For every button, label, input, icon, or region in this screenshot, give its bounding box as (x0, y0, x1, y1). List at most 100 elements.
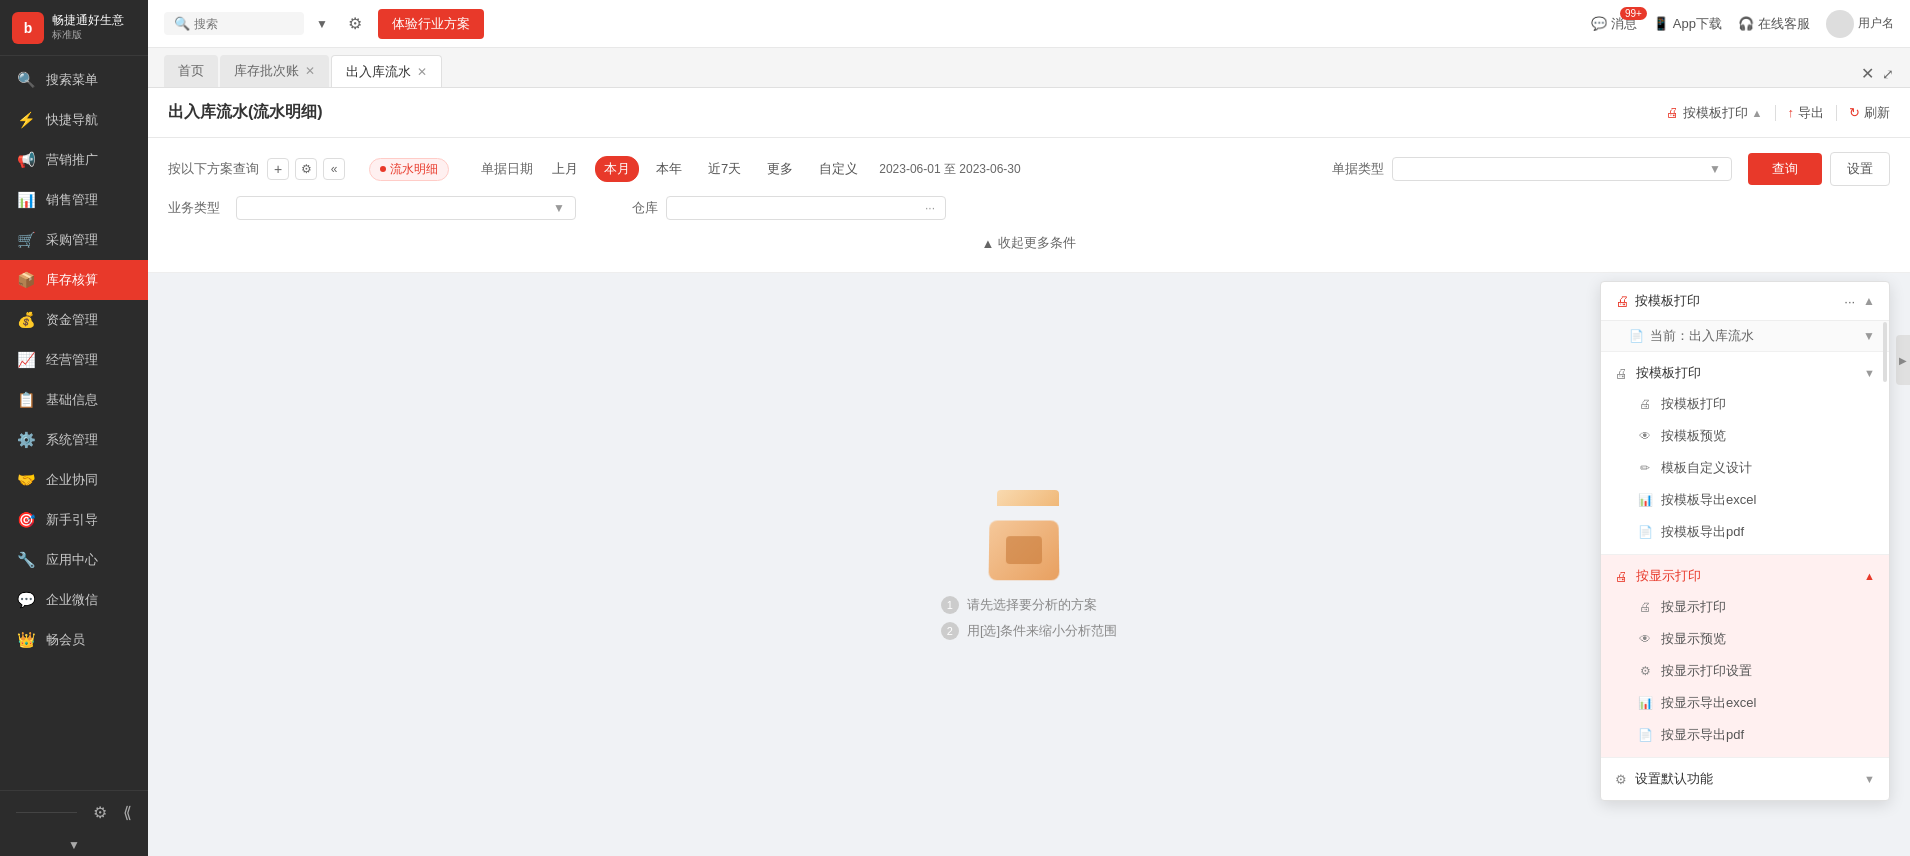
panel-up-arrow[interactable]: ▲ (1863, 294, 1875, 308)
dropdown-section-display-header[interactable]: 🖨 按显示打印 ▲ (1601, 561, 1889, 591)
sidebar-item-member[interactable]: 👑 畅会员 (0, 620, 148, 660)
filter-settings-button[interactable]: ⚙ (295, 158, 317, 180)
collapse-conditions-button[interactable]: ▲ 收起更多条件 (168, 228, 1890, 258)
current-template: 📄 当前：出入库流水 ▼ (1601, 321, 1889, 352)
current-template-icon: 📄 (1629, 329, 1644, 343)
box-face-icon (1006, 536, 1042, 564)
export-button[interactable]: ↑ 导出 (1788, 104, 1825, 122)
warehouse-select[interactable]: ··· (666, 196, 946, 220)
date-btn-this-month[interactable]: 本月 (595, 156, 639, 182)
filter-section-label: 按以下方案查询 (168, 160, 259, 178)
filter-tag[interactable]: 流水明细 (369, 158, 449, 181)
dropdown-item-template-design[interactable]: ✏ 模板自定义设计 (1601, 452, 1889, 484)
window-close-button[interactable]: ✕ (1861, 64, 1874, 83)
industry-solution-button[interactable]: 体验行业方案 (378, 9, 484, 39)
sidebar-item-sales[interactable]: 📊 销售管理 (0, 180, 148, 220)
item-preview-icon: 👁 (1637, 428, 1653, 444)
topbar-search-box[interactable]: 🔍 (164, 12, 304, 35)
sidebar-item-inventory[interactable]: 📦 库存核算 (0, 260, 148, 300)
sidebar-item-operation[interactable]: 📈 经营管理 (0, 340, 148, 380)
user-avatar[interactable]: 用户名 (1826, 10, 1894, 38)
online-service-button[interactable]: 🎧 在线客服 (1738, 15, 1810, 33)
sidebar-settings-icon[interactable]: ⚙ (93, 803, 107, 822)
date-btn-last-month[interactable]: 上月 (543, 156, 587, 182)
dropdown-item-display-excel[interactable]: 📊 按显示导出excel (1601, 687, 1889, 719)
operation-icon: 📈 (16, 350, 36, 370)
date-filter-group: 单据日期 上月 本月 本年 近7天 更多 自定义 2023-06-01 至 20… (481, 156, 1021, 182)
export-icon: ↑ (1788, 105, 1795, 120)
sidebar: b 畅捷通好生意 标准版 🔍 搜索菜单 ⚡ 快捷导航 📢 营销推广 📊 销售管理… (0, 0, 148, 856)
window-expand-button[interactable]: ⤢ (1882, 66, 1894, 82)
sidebar-item-finance[interactable]: 💰 资金管理 (0, 300, 148, 340)
app-download-button[interactable]: 📱 App下载 (1653, 15, 1722, 33)
tab-batch[interactable]: 库存批次账 ✕ (220, 55, 329, 87)
settings-button[interactable]: 设置 (1830, 152, 1890, 186)
more-options-icon[interactable]: ··· (1844, 294, 1855, 309)
template-print-button[interactable]: 🖨 按模板打印 ▲ (1666, 104, 1763, 122)
step-1-num: 1 (941, 596, 959, 614)
sidebar-item-appcenter[interactable]: 🔧 应用中心 (0, 540, 148, 580)
voucher-type-group: 单据类型 ▼ (1332, 157, 1732, 181)
dropdown-item-template-pdf[interactable]: 📄 按模板导出pdf (1601, 516, 1889, 548)
wechat-icon: 💬 (16, 590, 36, 610)
section-display-arrow: ▲ (1864, 570, 1875, 582)
right-panel-collapse[interactable]: ▶ (1896, 335, 1910, 385)
sidebar-item-wechat[interactable]: 💬 企业微信 (0, 580, 148, 620)
filter-collapse-button[interactable]: « (323, 158, 345, 180)
sidebar-item-purchase[interactable]: 🛒 采购管理 (0, 220, 148, 260)
sidebar-item-quicknav[interactable]: ⚡ 快捷导航 (0, 100, 148, 140)
dropdown-panel-header: 🖨 按模板打印 ··· ▲ (1601, 282, 1889, 321)
app-edition: 标准版 (52, 28, 124, 42)
section-default-icon: ⚙ (1615, 772, 1627, 787)
query-settings-area: 查询 设置 (1748, 152, 1890, 186)
biz-type-select[interactable]: ▼ (236, 196, 576, 220)
dropdown-item-template-excel[interactable]: 📊 按模板导出excel (1601, 484, 1889, 516)
biz-type-arrow: ▼ (553, 201, 565, 215)
topbar-gear-icon[interactable]: ⚙ (340, 9, 370, 39)
tab-home[interactable]: 首页 (164, 55, 218, 87)
date-btn-this-year[interactable]: 本年 (647, 156, 691, 182)
notifications-button[interactable]: 💬 消息 99+ (1591, 15, 1637, 33)
dropdown-item-template-preview[interactable]: 👁 按模板预览 (1601, 420, 1889, 452)
dropdown-item-display-settings[interactable]: ⚙ 按显示打印设置 (1601, 655, 1889, 687)
search-input[interactable] (194, 17, 284, 31)
query-button[interactable]: 查询 (1748, 153, 1822, 185)
empty-step-2: 2 用[选]条件来缩小分析范围 (941, 622, 1117, 640)
filter-add-button[interactable]: + (267, 158, 289, 180)
item-display-preview-icon: 👁 (1637, 631, 1653, 647)
refresh-button[interactable]: ↻ 刷新 (1849, 104, 1890, 122)
dropdown-section-default-header[interactable]: ⚙ 设置默认功能 ▼ (1601, 764, 1889, 794)
date-btn-more[interactable]: 更多 (758, 156, 802, 182)
dropdown-item-template-print[interactable]: 🖨 按模板打印 (1601, 388, 1889, 420)
page-header: 出入库流水(流水明细) 🖨 按模板打印 ▲ ↑ 导出 ↻ 刷新 (148, 88, 1910, 138)
avatar (1826, 10, 1854, 38)
item-design-icon: ✏ (1637, 460, 1653, 476)
voucher-type-select[interactable]: ▼ (1392, 157, 1732, 181)
item-display-print-icon: 🖨 (1637, 599, 1653, 615)
sidebar-item-marketing[interactable]: 📢 营销推广 (0, 140, 148, 180)
service-icon: 🎧 (1738, 16, 1754, 31)
date-btn-custom[interactable]: 自定义 (810, 156, 867, 182)
tab-batch-close[interactable]: ✕ (305, 64, 315, 78)
date-btn-7days[interactable]: 近7天 (699, 156, 750, 182)
sidebar-item-basic[interactable]: 📋 基础信息 (0, 380, 148, 420)
sidebar-item-search[interactable]: 🔍 搜索菜单 (0, 60, 148, 100)
topbar-search-dropdown[interactable]: ▼ (312, 14, 332, 34)
dropdown-section-template-header[interactable]: 🖨 按模板打印 ▼ (1601, 358, 1889, 388)
sidebar-scroll-down[interactable]: ▼ (0, 834, 148, 856)
dropdown-section-default-title: ⚙ 设置默认功能 (1615, 770, 1713, 788)
empty-state: 1 请先选择要分析的方案 2 用[选]条件来缩小分析范围 (941, 490, 1117, 640)
tab-bar: 首页 库存批次账 ✕ 出入库流水 ✕ ✕ ⤢ (148, 48, 1910, 88)
dropdown-item-display-print[interactable]: 🖨 按显示打印 (1601, 591, 1889, 623)
dropdown-item-display-pdf[interactable]: 📄 按显示导出pdf (1601, 719, 1889, 751)
tab-flow-close[interactable]: ✕ (417, 65, 427, 79)
dropdown-item-display-preview[interactable]: 👁 按显示预览 (1601, 623, 1889, 655)
filter-row-2-inner: 业务类型 ▼ 仓库 ··· (168, 196, 1890, 220)
sidebar-item-system[interactable]: ⚙️ 系统管理 (0, 420, 148, 460)
print-panel-icon: 🖨 (1615, 293, 1629, 309)
sidebar-item-collab[interactable]: 🤝 企业协同 (0, 460, 148, 500)
divider-2 (1836, 105, 1837, 121)
tab-flow[interactable]: 出入库流水 ✕ (331, 55, 442, 87)
sidebar-collapse-icon[interactable]: ⟪ (123, 803, 132, 822)
sidebar-item-guide[interactable]: 🎯 新手引导 (0, 500, 148, 540)
